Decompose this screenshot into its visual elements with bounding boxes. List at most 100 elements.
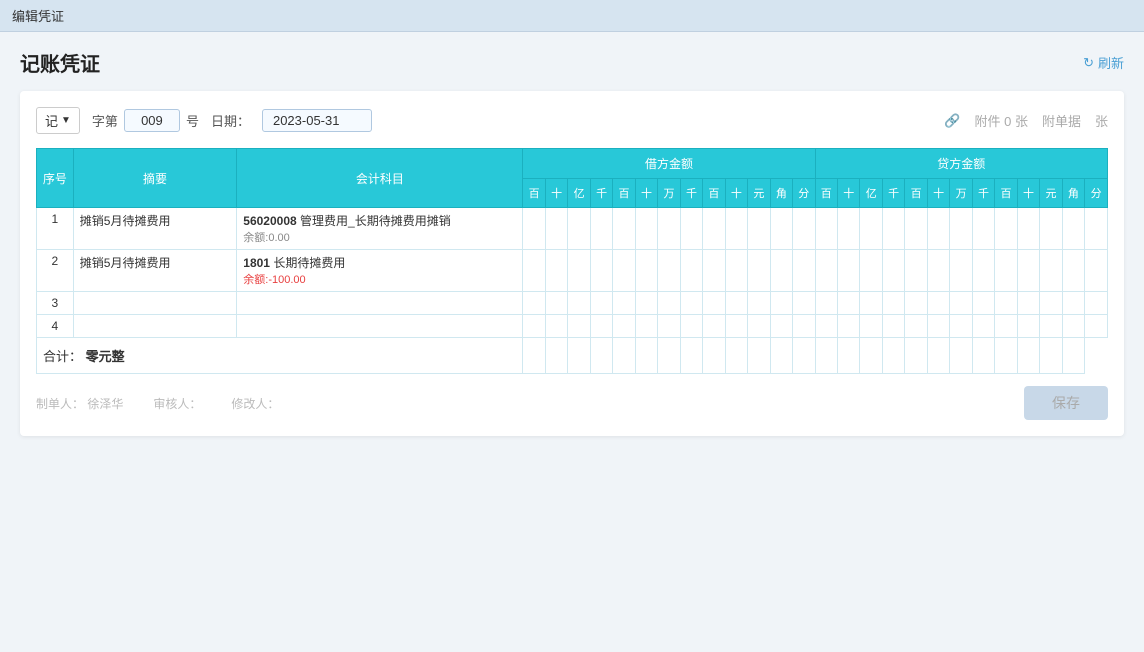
debit-digit-6[interactable] (635, 315, 657, 338)
debit-digit-10[interactable] (725, 208, 747, 250)
credit-digit-1[interactable] (815, 292, 837, 315)
credit-digit-4[interactable] (882, 292, 904, 315)
credit-digit-7[interactable] (950, 315, 972, 338)
debit-digit-8[interactable] (680, 250, 702, 292)
debit-digit-4[interactable] (590, 250, 612, 292)
debit-digit-1[interactable] (523, 208, 545, 250)
row-account[interactable]: 56020008 管理费用_长期待摊费用摊销余额:0.00 (237, 208, 523, 250)
debit-digit-10[interactable] (725, 315, 747, 338)
row-account[interactable]: 1801 长期待摊费用余额:-100.00 (237, 250, 523, 292)
voucher-number-input[interactable] (124, 109, 180, 132)
credit-digit-3[interactable] (860, 208, 882, 250)
credit-digit-10[interactable] (1017, 292, 1039, 315)
credit-digit-10[interactable] (1017, 250, 1039, 292)
debit-digit-3[interactable] (568, 315, 590, 338)
debit-digit-9[interactable] (703, 250, 725, 292)
credit-digit-9[interactable] (995, 292, 1017, 315)
save-button[interactable]: 保存 (1024, 386, 1108, 420)
table-row[interactable]: 3 (37, 292, 1108, 315)
credit-digit-10[interactable] (1017, 315, 1039, 338)
credit-digit-2[interactable] (837, 250, 859, 292)
credit-digit-9[interactable] (995, 208, 1017, 250)
table-row[interactable]: 4 (37, 315, 1108, 338)
debit-digit-5[interactable] (613, 250, 635, 292)
debit-digit-10[interactable] (725, 250, 747, 292)
row-summary[interactable]: 摊销5月待摊费用 (73, 208, 237, 250)
credit-digit-4[interactable] (882, 315, 904, 338)
credit-digit-8[interactable] (972, 292, 994, 315)
debit-digit-4[interactable] (590, 315, 612, 338)
credit-digit-5[interactable] (905, 315, 927, 338)
debit-digit-9[interactable] (703, 208, 725, 250)
credit-digit-11[interactable] (1040, 250, 1062, 292)
debit-digit-13[interactable] (793, 292, 815, 315)
credit-digit-12[interactable] (1062, 292, 1084, 315)
credit-digit-10[interactable] (1017, 208, 1039, 250)
credit-digit-11[interactable] (1040, 315, 1062, 338)
debit-digit-3[interactable] (568, 208, 590, 250)
debit-digit-7[interactable] (658, 315, 680, 338)
credit-digit-13[interactable] (1085, 250, 1108, 292)
table-row[interactable]: 1摊销5月待摊费用56020008 管理费用_长期待摊费用摊销余额:0.00 (37, 208, 1108, 250)
date-input[interactable] (262, 109, 372, 132)
debit-digit-10[interactable] (725, 292, 747, 315)
credit-digit-6[interactable] (927, 292, 949, 315)
debit-digit-2[interactable] (545, 292, 567, 315)
credit-digit-4[interactable] (882, 250, 904, 292)
debit-digit-7[interactable] (658, 208, 680, 250)
credit-digit-9[interactable] (995, 250, 1017, 292)
debit-digit-12[interactable] (770, 292, 792, 315)
credit-digit-7[interactable] (950, 250, 972, 292)
debit-digit-12[interactable] (770, 315, 792, 338)
debit-digit-3[interactable] (568, 292, 590, 315)
credit-digit-5[interactable] (905, 250, 927, 292)
credit-digit-1[interactable] (815, 250, 837, 292)
debit-digit-2[interactable] (545, 208, 567, 250)
debit-digit-8[interactable] (680, 292, 702, 315)
debit-digit-5[interactable] (613, 208, 635, 250)
debit-digit-13[interactable] (793, 208, 815, 250)
attach-document-link[interactable]: 附单据 (1042, 111, 1081, 130)
debit-digit-5[interactable] (613, 315, 635, 338)
debit-digit-11[interactable] (748, 208, 770, 250)
credit-digit-9[interactable] (995, 315, 1017, 338)
credit-digit-6[interactable] (927, 315, 949, 338)
row-account[interactable] (237, 292, 523, 315)
credit-digit-1[interactable] (815, 315, 837, 338)
debit-digit-6[interactable] (635, 250, 657, 292)
voucher-type-button[interactable]: 记 ▼ (36, 107, 80, 134)
debit-digit-8[interactable] (680, 315, 702, 338)
credit-digit-4[interactable] (882, 208, 904, 250)
debit-digit-13[interactable] (793, 315, 815, 338)
credit-digit-11[interactable] (1040, 208, 1062, 250)
row-summary[interactable] (73, 315, 237, 338)
credit-digit-2[interactable] (837, 292, 859, 315)
debit-digit-4[interactable] (590, 292, 612, 315)
credit-digit-11[interactable] (1040, 292, 1062, 315)
debit-digit-5[interactable] (613, 292, 635, 315)
debit-digit-11[interactable] (748, 315, 770, 338)
row-account[interactable] (237, 315, 523, 338)
debit-digit-7[interactable] (658, 292, 680, 315)
credit-digit-2[interactable] (837, 315, 859, 338)
debit-digit-1[interactable] (523, 292, 545, 315)
debit-digit-1[interactable] (523, 250, 545, 292)
debit-digit-2[interactable] (545, 315, 567, 338)
credit-digit-13[interactable] (1085, 315, 1108, 338)
debit-digit-12[interactable] (770, 208, 792, 250)
debit-digit-6[interactable] (635, 292, 657, 315)
credit-digit-8[interactable] (972, 315, 994, 338)
attach-count[interactable]: 附件 0 张 (975, 111, 1028, 130)
credit-digit-6[interactable] (927, 250, 949, 292)
credit-digit-8[interactable] (972, 250, 994, 292)
debit-digit-11[interactable] (748, 250, 770, 292)
credit-digit-3[interactable] (860, 250, 882, 292)
debit-digit-4[interactable] (590, 208, 612, 250)
credit-digit-6[interactable] (927, 208, 949, 250)
debit-digit-1[interactable] (523, 315, 545, 338)
credit-digit-13[interactable] (1085, 208, 1108, 250)
credit-digit-12[interactable] (1062, 315, 1084, 338)
debit-digit-9[interactable] (703, 292, 725, 315)
debit-digit-6[interactable] (635, 208, 657, 250)
credit-digit-3[interactable] (860, 292, 882, 315)
